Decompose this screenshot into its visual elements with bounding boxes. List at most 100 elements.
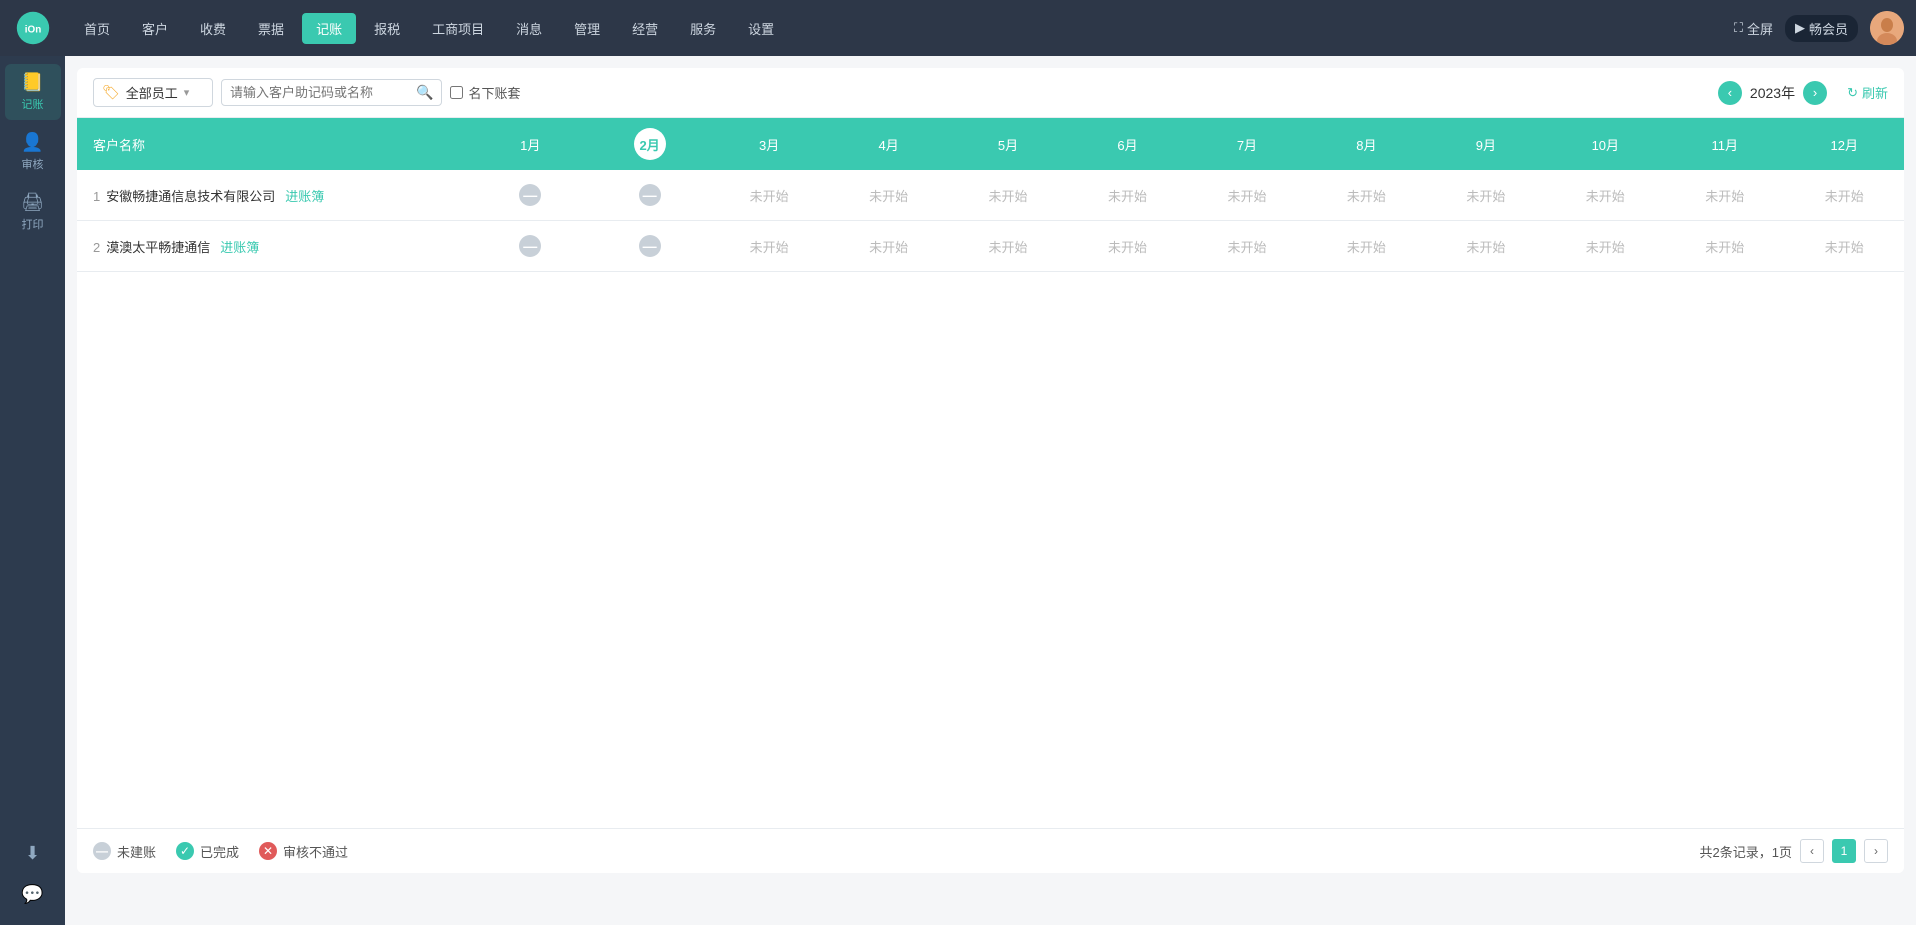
search-box: 🔍 (221, 79, 442, 106)
cell-m1: — (471, 170, 590, 221)
legend-not-started: — 未建账 (93, 842, 156, 861)
nav-fee[interactable]: 收费 (186, 13, 240, 44)
nav-customer[interactable]: 客户 (128, 13, 182, 44)
sidebar-item-print[interactable]: 🖨 打印 (5, 184, 61, 240)
cell-m9: 未开始 (1426, 221, 1545, 272)
status-not-started: 未开始 (1705, 240, 1744, 255)
col-header-m3: 3月 (709, 118, 828, 170)
sidebar-item-bookkeeping[interactable]: 📒 记账 (5, 64, 61, 120)
nav-message[interactable]: 消息 (502, 13, 556, 44)
cell-m11: 未开始 (1665, 170, 1784, 221)
under-account-filter[interactable]: 名下账套 (450, 83, 520, 102)
cell-m7: 未开始 (1187, 170, 1306, 221)
prev-year-button[interactable]: ‹ (1718, 81, 1742, 105)
col-header-name: 客户名称 (77, 118, 471, 170)
col-header-m7: 7月 (1187, 118, 1306, 170)
nav-invoice[interactable]: 票据 (244, 13, 298, 44)
status-dash-icon: — (639, 235, 661, 257)
nav-tax[interactable]: 报税 (360, 13, 414, 44)
status-not-started: 未开始 (1586, 189, 1625, 204)
status-not-started: 未开始 (1586, 240, 1625, 255)
cell-m12: 未开始 (1784, 221, 1904, 272)
next-page-button[interactable]: › (1864, 839, 1888, 863)
nav-business[interactable]: 工商项目 (418, 13, 498, 44)
enter-ledger-link[interactable]: 进账簿 (220, 240, 259, 255)
footer: — 未建账 ✓ 已完成 ✕ 审核不通过 共2条记录，1页 ‹ 1 › (77, 828, 1904, 873)
status-not-started: 未开始 (989, 240, 1028, 255)
cell-m10: 未开始 (1546, 221, 1665, 272)
year-display: 2023年 (1750, 83, 1795, 103)
cell-m4: 未开始 (829, 170, 948, 221)
nav-bookkeeping[interactable]: 记账 (302, 13, 356, 44)
search-icon[interactable]: 🔍 (416, 84, 433, 101)
page-1-button[interactable]: 1 (1832, 839, 1856, 863)
nav-operation[interactable]: 经营 (618, 13, 672, 44)
cell-m1: — (471, 221, 590, 272)
chevron-down-icon: ▾ (184, 86, 190, 99)
nav-settings[interactable]: 设置 (734, 13, 788, 44)
col-header-m8: 8月 (1307, 118, 1426, 170)
fullscreen-button[interactable]: ⛶ 全屏 (1734, 19, 1773, 38)
cell-m3: 未开始 (709, 170, 828, 221)
status-dash-icon: — (519, 184, 541, 206)
content-area: 🏷 全部员工 ▾ 🔍 名下账套 ‹ 2023年 › (65, 56, 1916, 925)
col-header-m12: 12月 (1784, 118, 1904, 170)
cell-m12: 未开始 (1784, 170, 1904, 221)
fullscreen-icon: ⛶ (1734, 20, 1743, 36)
cell-m5: 未开始 (948, 221, 1067, 272)
vip-button[interactable]: ▶ 畅会员 (1785, 15, 1858, 42)
cell-name: 1安徽畅捷通信息技术有限公司进账簿 (77, 170, 471, 221)
bookkeeping-icon: 📒 (21, 72, 43, 93)
status-not-started: 未开始 (1347, 189, 1386, 204)
nav-items: 首页 客户 收费 票据 记账 报税 工商项目 消息 管理 经营 服务 设置 (70, 13, 1734, 44)
refresh-button[interactable]: ↻ 刷新 (1847, 83, 1888, 102)
col-header-m9: 9月 (1426, 118, 1545, 170)
status-not-started: 未开始 (1705, 189, 1744, 204)
nav-service[interactable]: 服务 (676, 13, 730, 44)
sidebar-item-audit[interactable]: 👤 审核 (5, 124, 61, 180)
employee-icon: 🏷 (102, 84, 120, 101)
col-header-m11: 11月 (1665, 118, 1784, 170)
under-account-checkbox[interactable] (450, 86, 463, 99)
status-not-started: 未开始 (1108, 240, 1147, 255)
toolbar: 🏷 全部员工 ▾ 🔍 名下账套 ‹ 2023年 › (77, 68, 1904, 118)
not-started-icon: — (93, 842, 111, 860)
pagination-total: 共2条记录，1页 (1700, 842, 1792, 861)
nav-manage[interactable]: 管理 (560, 13, 614, 44)
top-navigation: iOn 首页 客户 收费 票据 记账 报税 工商项目 消息 管理 经营 服务 设… (0, 0, 1916, 56)
prev-page-button[interactable]: ‹ (1800, 839, 1824, 863)
sidebar-item-download[interactable]: ⬇ (5, 835, 61, 872)
search-input[interactable] (230, 85, 410, 100)
legend-rejected: ✕ 审核不通过 (259, 842, 348, 861)
cell-m11: 未开始 (1665, 221, 1784, 272)
col-header-m6: 6月 (1068, 118, 1187, 170)
sidebar-item-support[interactable]: 💬 (5, 876, 61, 913)
nav-home[interactable]: 首页 (70, 13, 124, 44)
print-icon: 🖨 (21, 192, 44, 213)
avatar[interactable] (1870, 11, 1904, 45)
table-body: 1安徽畅捷通信息技术有限公司进账簿——未开始未开始未开始未开始未开始未开始未开始… (77, 170, 1904, 272)
logo[interactable]: iOn (0, 0, 65, 56)
table-header: 客户名称 1月 2月 3月 4月 5月 6月 7月 8月 9月 (77, 118, 1904, 170)
col-header-m1: 1月 (471, 118, 590, 170)
cell-m9: 未开始 (1426, 170, 1545, 221)
status-not-started: 未开始 (750, 189, 789, 204)
status-not-started: 未开始 (1466, 240, 1505, 255)
status-not-started: 未开始 (1825, 240, 1864, 255)
table-wrap: 客户名称 1月 2月 3月 4月 5月 6月 7月 8月 9月 (77, 118, 1904, 828)
status-dash-icon: — (519, 235, 541, 257)
status-not-started: 未开始 (869, 189, 908, 204)
active-month-circle: 2月 (634, 128, 666, 160)
status-dash-icon: — (639, 184, 661, 206)
status-not-started: 未开始 (1466, 189, 1505, 204)
completed-icon: ✓ (176, 842, 194, 860)
logo-icon: iOn (15, 10, 51, 46)
status-not-started: 未开始 (1347, 240, 1386, 255)
rejected-icon: ✕ (259, 842, 277, 860)
status-not-started: 未开始 (1227, 189, 1266, 204)
col-header-m2: 2月 (590, 118, 709, 170)
next-year-button[interactable]: › (1803, 81, 1827, 105)
employee-select[interactable]: 🏷 全部员工 ▾ (93, 78, 213, 107)
status-not-started: 未开始 (1825, 189, 1864, 204)
enter-ledger-link[interactable]: 进账簿 (285, 189, 324, 204)
